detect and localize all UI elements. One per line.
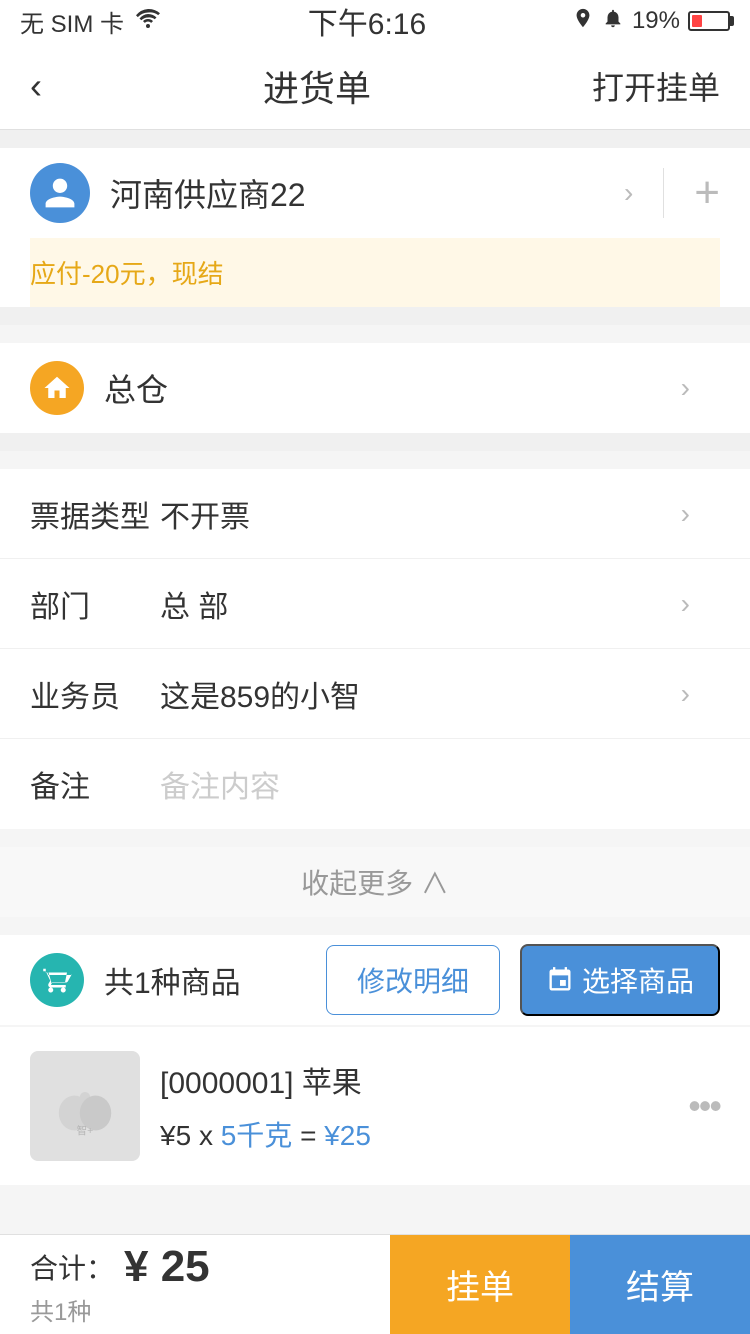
- product-code: [0000001]: [160, 1067, 293, 1100]
- product-details: [0000001] 苹果 ¥5 x 5千克 = ¥25: [160, 1058, 668, 1154]
- salesman-row[interactable]: 业务员 这是859的小智 ›: [0, 649, 750, 739]
- svg-text:智+: 智+: [77, 1124, 94, 1137]
- product-title: 苹果: [302, 1067, 362, 1100]
- supplier-section: 河南供应商22 › + 应付-20元，现结: [0, 148, 750, 307]
- add-supplier-button[interactable]: +: [663, 168, 720, 218]
- collapse-label: 收起更多 ∧: [301, 862, 449, 902]
- total-label: 合计：: [30, 1247, 114, 1287]
- product-price-row: ¥5 x 5千克 = ¥25: [160, 1114, 668, 1154]
- warehouse-section[interactable]: 总仓 ›: [0, 343, 750, 433]
- dept-row[interactable]: 部门 总 部 ›: [0, 559, 750, 649]
- select-product-button[interactable]: 选择商品: [520, 944, 720, 1016]
- supplier-notice: 应付-20元，现结: [30, 238, 720, 307]
- location-icon: [572, 7, 594, 36]
- dept-chevron-icon: ›: [681, 588, 690, 620]
- product-more-button[interactable]: •••: [688, 1085, 720, 1127]
- remark-label: 备注: [30, 762, 160, 806]
- total-amount: ¥ 25: [124, 1242, 210, 1292]
- gap3: [0, 433, 750, 451]
- total-section: 合计： ¥ 25 共1种: [0, 1242, 390, 1327]
- invoice-label: 票据类型: [30, 492, 160, 536]
- status-left: 无 SIM 卡: [20, 4, 162, 39]
- nav-bar: ‹ 进货单 打开挂单: [0, 42, 750, 130]
- remark-input[interactable]: 备注内容: [160, 762, 720, 806]
- form-section: 票据类型 不开票 › 部门 总 部 › 业务员 这是859的小智 › 备注 备注…: [0, 469, 750, 829]
- salesman-value: 这是859的小智: [160, 672, 681, 716]
- supplier-name: 河南供应商22: [110, 170, 624, 216]
- unit-price: ¥5: [160, 1120, 191, 1151]
- battery-icon: [688, 11, 730, 31]
- page-title: 进货单: [263, 60, 371, 112]
- invoice-value: 不开票: [160, 492, 681, 536]
- checkout-button[interactable]: 结算: [570, 1235, 750, 1334]
- supplier-avatar: [30, 163, 90, 223]
- gap1: [0, 130, 750, 148]
- multiply-sign: x: [199, 1120, 221, 1151]
- item-total: ¥25: [324, 1120, 371, 1151]
- product-cart-icon: [30, 953, 84, 1007]
- select-product-label: 选择商品: [582, 960, 694, 1000]
- quantity: 5千克: [221, 1120, 293, 1151]
- warehouse-name: 总仓: [104, 365, 681, 411]
- dept-label: 部门: [30, 582, 160, 626]
- supplier-row[interactable]: 河南供应商22 › +: [30, 148, 720, 238]
- product-item: 智+ [0000001] 苹果 ¥5 x 5千克 = ¥25 •••: [0, 1027, 750, 1185]
- product-count: 共1种商品: [104, 958, 306, 1002]
- hold-label: 挂单: [446, 1260, 514, 1309]
- checkout-label: 结算: [626, 1260, 694, 1309]
- status-bar: 无 SIM 卡 下午6:16 19%: [0, 0, 750, 42]
- status-time: 下午6:16: [308, 0, 426, 43]
- hold-button[interactable]: 挂单: [390, 1235, 570, 1334]
- warehouse-row[interactable]: 总仓 ›: [30, 343, 720, 433]
- product-name: [0000001] 苹果: [160, 1058, 668, 1102]
- dept-value: 总 部: [160, 582, 681, 626]
- warehouse-chevron-icon: ›: [681, 372, 690, 404]
- bottom-bar: 合计： ¥ 25 共1种 挂单 结算: [0, 1234, 750, 1334]
- salesman-chevron-icon: ›: [681, 678, 690, 710]
- remark-row[interactable]: 备注 备注内容: [0, 739, 750, 829]
- supplier-chevron-icon: ›: [624, 177, 633, 209]
- alarm-icon: [602, 7, 624, 36]
- collapse-button[interactable]: 收起更多 ∧: [0, 847, 750, 917]
- salesman-label: 业务员: [30, 672, 160, 716]
- wifi-icon: [134, 7, 162, 35]
- invoice-chevron-icon: ›: [681, 498, 690, 530]
- total-row: 合计： ¥ 25: [30, 1242, 360, 1292]
- open-hold-button[interactable]: 打开挂单: [592, 63, 720, 109]
- total-sub: 共1种: [30, 1292, 360, 1327]
- equals-sign: =: [300, 1120, 324, 1151]
- product-header: 共1种商品 修改明细 选择商品: [0, 935, 750, 1025]
- battery-percent: 19%: [632, 7, 680, 35]
- back-button[interactable]: ‹: [30, 65, 42, 107]
- gap2: [0, 307, 750, 325]
- product-thumbnail: 智+: [30, 1051, 140, 1161]
- invoice-row[interactable]: 票据类型 不开票 ›: [0, 469, 750, 559]
- status-right: 19%: [572, 7, 730, 36]
- warehouse-icon: [30, 361, 84, 415]
- sim-text: 无 SIM 卡: [20, 4, 124, 39]
- modify-detail-button[interactable]: 修改明细: [326, 945, 500, 1015]
